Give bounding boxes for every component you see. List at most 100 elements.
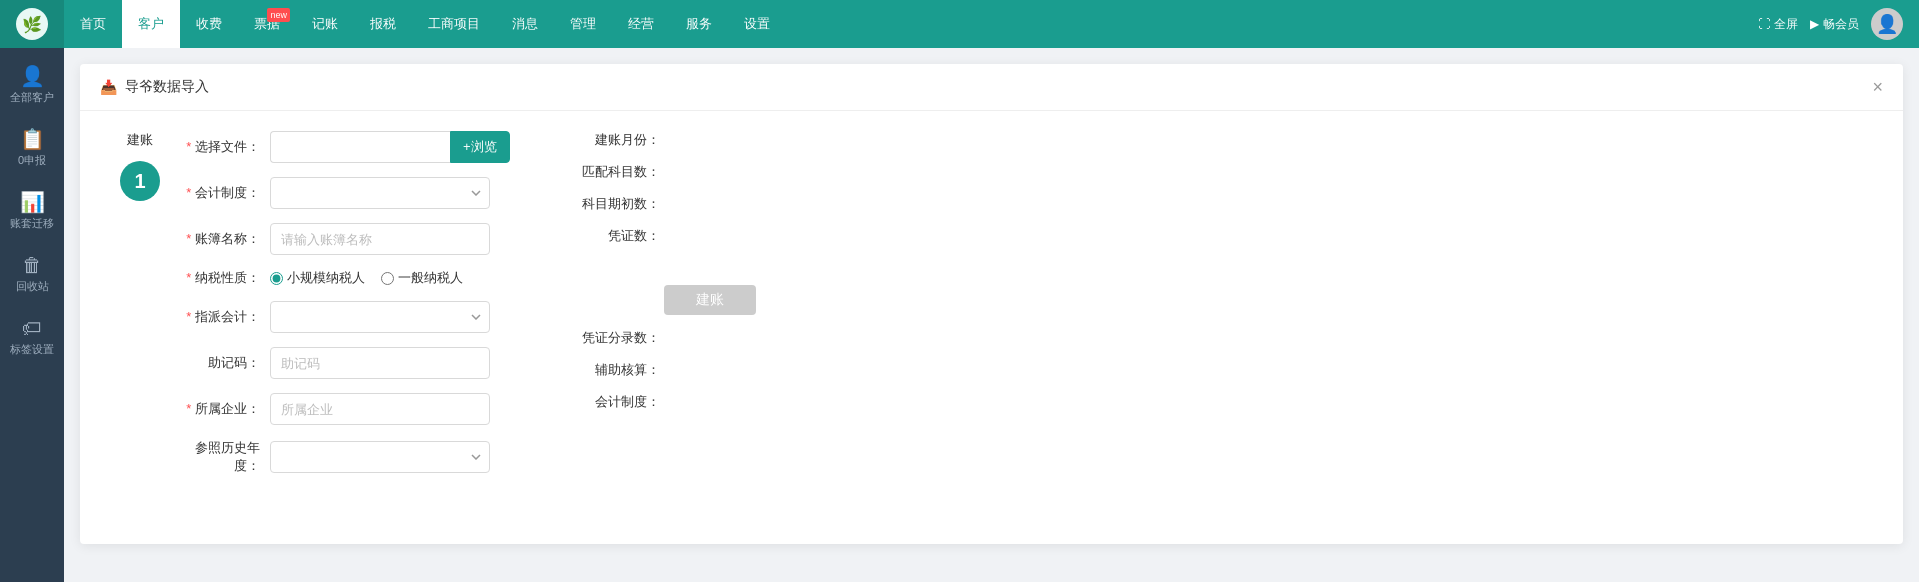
fullscreen-button[interactable]: ⛶ 全屏 — [1758, 16, 1798, 33]
sidebar-label-tag-settings: 标签设置 — [10, 342, 54, 357]
nav-item-services[interactable]: 服务 — [670, 0, 728, 48]
nav-item-invoices[interactable]: 票据new — [238, 0, 296, 48]
tax-type-group: 小规模纳税人 一般纳税人 — [270, 269, 463, 287]
general-taxpayer-radio[interactable] — [381, 272, 394, 285]
browse-button[interactable]: +浏览 — [450, 131, 510, 163]
video-icon: ▶ — [1810, 17, 1819, 31]
memo-code-input[interactable] — [270, 347, 490, 379]
declaration-icon: 📋 — [20, 129, 45, 149]
voucher-entries-label: 凭证分录数： — [570, 329, 660, 347]
reference-year-label: 参照历史年度： — [180, 439, 260, 475]
accounting-system-select[interactable] — [270, 177, 490, 209]
panel-header: 📥 导爷数据导入 × — [80, 64, 1903, 111]
match-accounts-label: 匹配科目数： — [570, 163, 660, 181]
tax-type-row: 纳税性质： 小规模纳税人 一般纳税人 — [180, 269, 510, 287]
accounting-system-right-row: 会计制度： — [570, 393, 850, 411]
top-nav: 🌿 首页客户收费票据new记账报税工商项目消息管理经营服务设置 ⛶ 全屏 ▶ 畅… — [0, 0, 1919, 48]
build-month-label: 建账月份： — [570, 131, 660, 149]
avatar[interactable]: 👤 — [1871, 8, 1903, 40]
nav-item-clients[interactable]: 客户 — [122, 0, 180, 48]
sidebar-item-all-clients[interactable]: 👤 全部客户 — [0, 56, 64, 115]
logo: 🌿 — [0, 0, 64, 48]
import-panel: 📥 导爷数据导入 × 建账 1 选择文件： — [80, 64, 1903, 544]
file-input[interactable] — [270, 131, 450, 163]
nav-item-tax[interactable]: 报税 — [354, 0, 412, 48]
ledger-name-input[interactable] — [270, 223, 490, 255]
sidebar-label-all-clients: 全部客户 — [10, 90, 54, 105]
step-label: 建账 — [127, 131, 153, 149]
file-label: 选择文件： — [180, 138, 260, 156]
member-label: 畅会员 — [1823, 16, 1859, 33]
all-clients-icon: 👤 — [20, 66, 45, 86]
file-field-row: 选择文件： +浏览 — [180, 131, 510, 163]
company-row: 所属企业： — [180, 393, 510, 425]
panel-title-text: 导爷数据导入 — [125, 78, 209, 96]
sidebar-label-recycle: 回收站 — [16, 279, 49, 294]
small-taxpayer-label: 小规模纳税人 — [287, 269, 365, 287]
step-circle: 1 — [120, 161, 160, 201]
sidebar-label-declaration: 0申报 — [18, 153, 46, 168]
nav-item-operations[interactable]: 经营 — [612, 0, 670, 48]
accounting-system-label: 会计制度： — [180, 184, 260, 202]
general-taxpayer-option[interactable]: 一般纳税人 — [381, 269, 463, 287]
logo-icon: 🌿 — [16, 8, 48, 40]
period-initial-row: 科目期初数： — [570, 195, 850, 213]
accounting-system-right-label: 会计制度： — [570, 393, 660, 411]
accountant-row: 指派会计： — [180, 301, 510, 333]
company-label: 所属企业： — [180, 400, 260, 418]
reference-year-select[interactable] — [270, 441, 490, 473]
file-input-group: +浏览 — [270, 131, 510, 163]
ledger-name-row: 账簿名称： — [180, 223, 510, 255]
memo-code-row: 助记码： — [180, 347, 510, 379]
build-button[interactable]: 建账 — [664, 285, 756, 315]
tax-type-label: 纳税性质： — [180, 269, 260, 287]
voucher-entries-row: 凭证分录数： — [570, 329, 850, 347]
accountant-label: 指派会计： — [180, 308, 260, 326]
sidebar-item-declaration[interactable]: 📋 0申报 — [0, 119, 64, 178]
nav-item-home[interactable]: 首页 — [64, 0, 122, 48]
small-taxpayer-option[interactable]: 小规模纳税人 — [270, 269, 365, 287]
step-section: 建账 1 — [120, 131, 160, 201]
left-form: 选择文件： +浏览 会计制度： — [180, 131, 510, 475]
memo-code-label: 助记码： — [180, 354, 260, 372]
panel-title: 📥 导爷数据导入 — [100, 78, 209, 96]
general-taxpayer-label: 一般纳税人 — [398, 269, 463, 287]
nav-item-fees[interactable]: 收费 — [180, 0, 238, 48]
member-button[interactable]: ▶ 畅会员 — [1810, 16, 1859, 33]
period-initial-label: 科目期初数： — [570, 195, 660, 213]
nav-right: ⛶ 全屏 ▶ 畅会员 👤 — [1758, 8, 1919, 40]
sidebar-item-recycle[interactable]: 🗑 回收站 — [0, 245, 64, 304]
nav-item-bookkeeping[interactable]: 记账 — [296, 0, 354, 48]
layout: 👤 全部客户 📋 0申报 📊 账套迁移 🗑 回收站 🏷 标签设置 📥 导爷数据导入 × 建账 1 — [0, 48, 1919, 582]
sidebar-item-tag-settings[interactable]: 🏷 标签设置 — [0, 308, 64, 367]
nav-item-settings[interactable]: 设置 — [728, 0, 786, 48]
fullscreen-label: 全屏 — [1774, 16, 1798, 33]
recycle-icon: 🗑 — [22, 255, 42, 275]
main-content: 📥 导爷数据导入 × 建账 1 选择文件： — [64, 48, 1919, 582]
fullscreen-icon: ⛶ — [1758, 17, 1770, 31]
build-month-row: 建账月份： — [570, 131, 850, 149]
aux-accounting-row: 辅助核算： — [570, 361, 850, 379]
import-icon: 📥 — [100, 79, 117, 95]
company-input[interactable] — [270, 393, 490, 425]
small-taxpayer-radio[interactable] — [270, 272, 283, 285]
sidebar-label-account-migration: 账套迁移 — [10, 216, 54, 231]
match-accounts-row: 匹配科目数： — [570, 163, 850, 181]
nav-item-management[interactable]: 管理 — [554, 0, 612, 48]
form-area: 建账 1 选择文件： +浏览 — [80, 111, 1903, 495]
vouchers-row: 凭证数： — [570, 227, 850, 245]
reference-year-row: 参照历史年度： — [180, 439, 510, 475]
nav-item-messages[interactable]: 消息 — [496, 0, 554, 48]
ledger-name-label: 账簿名称： — [180, 230, 260, 248]
accounting-system-row: 会计制度： — [180, 177, 510, 209]
nav-item-business[interactable]: 工商项目 — [412, 0, 496, 48]
sidebar-item-account-migration[interactable]: 📊 账套迁移 — [0, 182, 64, 241]
nav-items: 首页客户收费票据new记账报税工商项目消息管理经营服务设置 — [64, 0, 1758, 48]
close-button[interactable]: × — [1872, 78, 1883, 96]
aux-accounting-label: 辅助核算： — [570, 361, 660, 379]
account-migration-icon: 📊 — [20, 192, 45, 212]
sidebar: 👤 全部客户 📋 0申报 📊 账套迁移 🗑 回收站 🏷 标签设置 — [0, 48, 64, 582]
tag-settings-icon: 🏷 — [22, 318, 42, 338]
build-btn-container: 建账 — [570, 275, 850, 315]
accountant-select[interactable] — [270, 301, 490, 333]
